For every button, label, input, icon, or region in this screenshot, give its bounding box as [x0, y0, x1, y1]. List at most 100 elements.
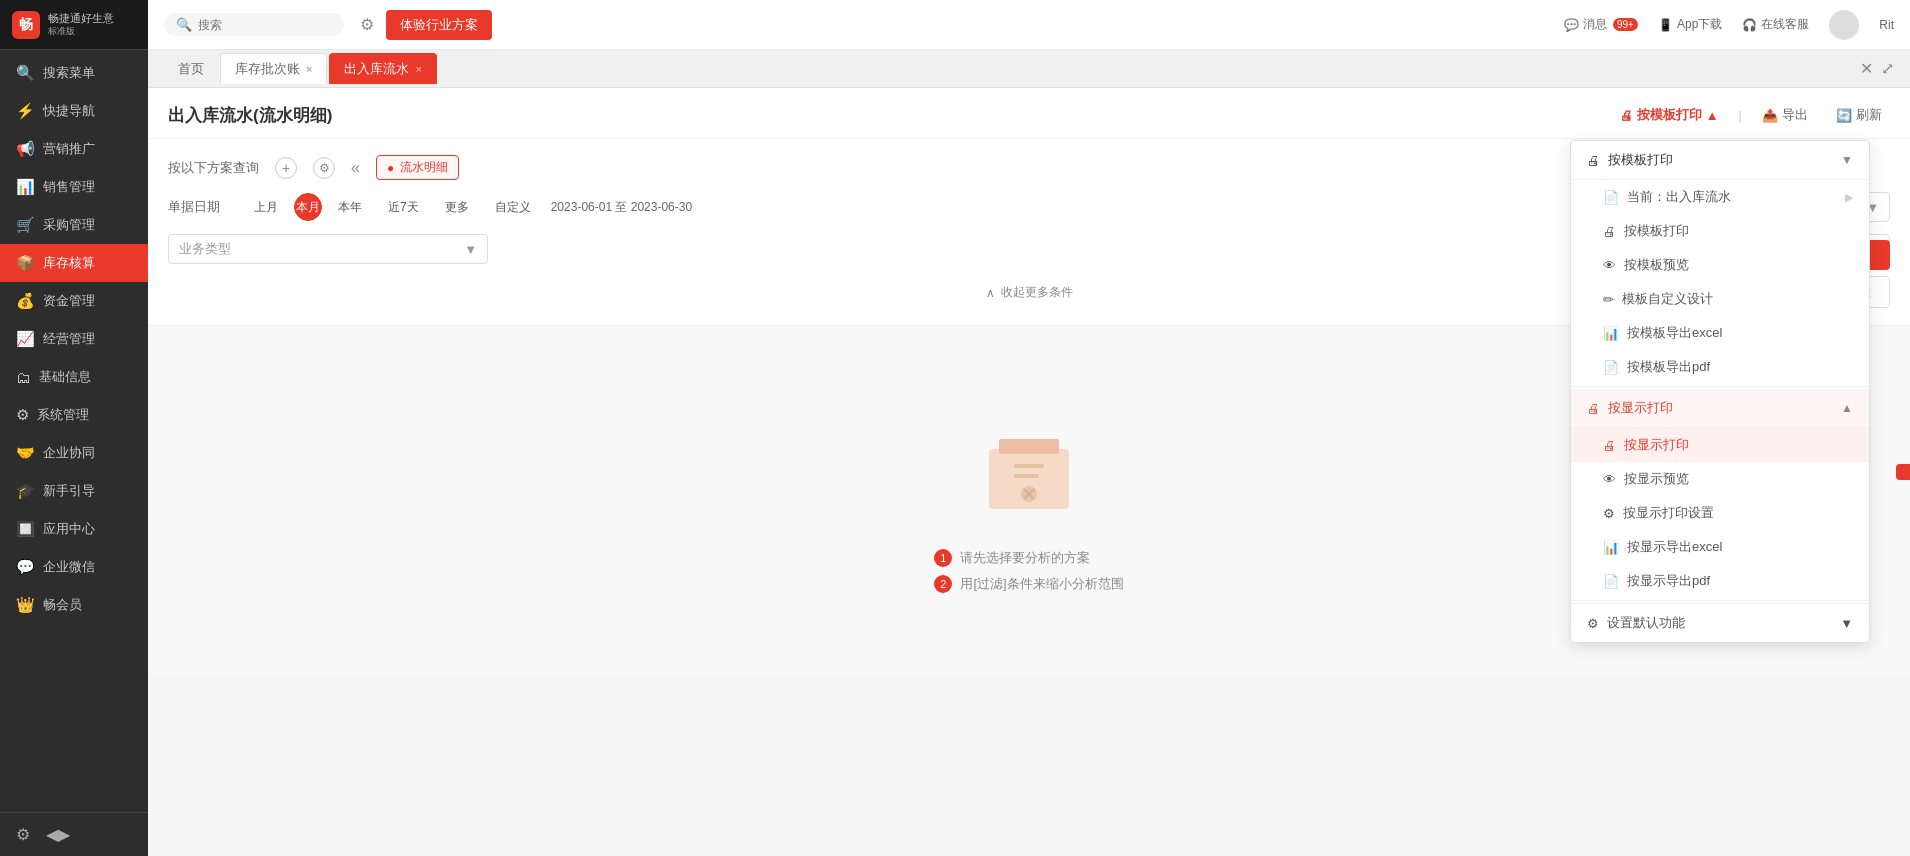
sidebar-label-search: 搜索菜单 — [43, 64, 95, 82]
sidebar-item-sales[interactable]: 📊 销售管理 — [0, 168, 148, 206]
tab-inventory-flow[interactable]: 出入库流水 × — [329, 53, 436, 84]
tab-batch-account[interactable]: 库存批次账 × — [220, 53, 327, 84]
hint-num-2: 2 — [934, 575, 952, 593]
dropdown-tc-label: 模板自定义设计 — [1622, 290, 1713, 308]
sidebar: 畅 畅捷通好生意 标准版 🔍 搜索菜单 ⚡ 快捷导航 📢 营销推广 📊 销售管理… — [0, 0, 148, 856]
sidebar-item-system[interactable]: ⚙ 系统管理 — [0, 396, 148, 434]
print-template-btn[interactable]: 🖨 按模板打印 ▲ — [1612, 102, 1727, 128]
dropdown-tep-label: 按模板导出pdf — [1627, 358, 1710, 376]
business-type-label: 业务类型 — [179, 240, 231, 258]
sidebar-icon-purchase: 🛒 — [16, 216, 35, 234]
sidebar-item-finance[interactable]: 💰 资金管理 — [0, 282, 148, 320]
date-btn-last-month[interactable]: 上月 — [244, 196, 288, 219]
sidebar-icon-finance: 💰 — [16, 292, 35, 310]
date-btn-more[interactable]: 更多 — [435, 196, 479, 219]
sidebar-item-basic-info[interactable]: 🗂 基础信息 — [0, 358, 148, 396]
dropdown-default-settings[interactable]: ⚙ 设置默认功能 ▼ — [1571, 603, 1869, 642]
window-close-btn[interactable]: ✕ — [1860, 59, 1873, 78]
sidebar-icon-member: 👑 — [16, 596, 35, 614]
topbar-msg[interactable]: 💬 消息 99+ — [1564, 16, 1638, 33]
topbar-search-box[interactable]: 🔍 — [164, 13, 344, 36]
right-edge-panel[interactable] — [1896, 464, 1910, 480]
dropdown-template-print-item[interactable]: 🖨 按模板打印 — [1571, 214, 1869, 248]
dropdown-template-preview-item[interactable]: 👁 按模板预览 — [1571, 248, 1869, 282]
search-input[interactable] — [198, 18, 318, 32]
topbar-gear-icon[interactable]: ⚙ — [360, 15, 374, 34]
date-btn-7days[interactable]: 近7天 — [378, 196, 429, 219]
sidebar-icon-search: 🔍 — [16, 64, 35, 82]
refresh-btn[interactable]: 🔄 刷新 — [1828, 102, 1890, 128]
dropdown-template-chevron: ▼ — [1841, 153, 1853, 167]
sidebar-item-marketing[interactable]: 📢 营销推广 — [0, 130, 148, 168]
sidebar-item-operations[interactable]: 📈 经营管理 — [0, 320, 148, 358]
collapse-more-label: 收起更多条件 — [1001, 284, 1073, 301]
dropdown-default-arrow: ▼ — [1840, 616, 1853, 631]
business-type-select[interactable]: 业务类型 ▼ — [168, 234, 488, 264]
dropdown-dpi-label: 按显示打印 — [1624, 436, 1689, 454]
sidebar-item-weixin[interactable]: 💬 企业微信 — [0, 548, 148, 586]
sidebar-item-enterprise[interactable]: 🤝 企业协同 — [0, 434, 148, 472]
tab-inventory-flow-close[interactable]: × — [415, 63, 421, 75]
date-btn-this-year[interactable]: 本年 — [328, 196, 372, 219]
sidebar-item-search[interactable]: 🔍 搜索菜单 — [0, 54, 148, 92]
sidebar-icon-enterprise: 🤝 — [16, 444, 35, 462]
dropdown-current-item[interactable]: 📄 当前：出入库流水 ▶ — [1571, 180, 1869, 214]
date-range-display: 2023-06-01 至 2023-06-30 — [551, 199, 692, 216]
sidebar-item-quick-nav[interactable]: ⚡ 快捷导航 — [0, 92, 148, 130]
dropdown-template-export-pdf-item[interactable]: 📄 按模板导出pdf — [1571, 350, 1869, 384]
dropdown-display-print-item[interactable]: 🖨 按显示打印 — [1571, 428, 1869, 462]
sidebar-icon-weixin: 💬 — [16, 558, 35, 576]
sidebar-label-guide: 新手引导 — [43, 482, 95, 500]
sidebar-item-purchase[interactable]: 🛒 采购管理 — [0, 206, 148, 244]
industry-btn[interactable]: 体验行业方案 — [386, 10, 492, 40]
window-maximize-btn[interactable]: ⤢ — [1881, 59, 1894, 78]
export-btn[interactable]: 📤 导出 — [1754, 102, 1816, 128]
sidebar-icon-marketing: 📢 — [16, 140, 35, 158]
active-filter-tag[interactable]: ● 流水明细 — [376, 155, 459, 180]
page-header: 出入库流水(流水明细) 🖨 按模板打印 ▲ | 📤 导出 🔄 刷新 — [148, 88, 1910, 139]
dropdown-template-print-header[interactable]: 🖨 按模板打印 ▼ — [1571, 141, 1869, 180]
filter-add-btn[interactable]: + — [275, 157, 297, 179]
dropdown-display-export-excel-item[interactable]: 📊 按显示导出excel — [1571, 530, 1869, 564]
dropdown-display-export-pdf-item[interactable]: 📄 按显示导出pdf — [1571, 564, 1869, 598]
settings-bottom-icon[interactable]: ⚙ — [16, 825, 30, 844]
dropdown-display-print-header[interactable]: 🖨 按显示打印 ▲ — [1571, 389, 1869, 428]
tab-batch-account-close[interactable]: × — [306, 63, 312, 75]
dropdown-dee-icon: 📊 — [1603, 540, 1619, 555]
app-icon: 📱 — [1658, 18, 1673, 32]
dropdown-display-print-settings-item[interactable]: ⚙ 按显示打印设置 — [1571, 496, 1869, 530]
hint-text-1: 请先选择要分析的方案 — [960, 549, 1090, 567]
dropdown-display-preview-item[interactable]: 👁 按显示预览 — [1571, 462, 1869, 496]
tab-home[interactable]: 首页 — [164, 54, 218, 84]
sidebar-label-quick-nav: 快捷导航 — [43, 102, 95, 120]
dropdown-print-icon: 🖨 — [1587, 153, 1600, 168]
sidebar-icon-quick-nav: ⚡ — [16, 102, 35, 120]
msg-icon: 💬 — [1564, 18, 1579, 32]
filter-collapse-btn[interactable]: « — [351, 159, 360, 177]
collapse-bottom-icon[interactable]: ◀▶ — [46, 825, 70, 844]
sidebar-label-sales: 销售管理 — [43, 178, 95, 196]
dropdown-template-custom-item[interactable]: ✏ 模板自定义设计 — [1571, 282, 1869, 316]
date-btn-custom[interactable]: 自定义 — [485, 196, 541, 219]
filter-settings-btn[interactable]: ⚙ — [313, 157, 335, 179]
msg-badge: 99+ — [1613, 18, 1638, 31]
topbar-right: 💬 消息 99+ 📱 App下载 🎧 在线客服 Rit — [1564, 10, 1894, 40]
avatar[interactable] — [1829, 10, 1859, 40]
sidebar-item-guide[interactable]: 🎓 新手引导 — [0, 472, 148, 510]
sidebar-icon-system: ⚙ — [16, 406, 29, 424]
sidebar-item-app-center[interactable]: 🔲 应用中心 — [0, 510, 148, 548]
dropdown-template-export-excel-item[interactable]: 📊 按模板导出excel — [1571, 316, 1869, 350]
svg-rect-2 — [1014, 464, 1044, 468]
date-btn-this-month[interactable]: 本月 — [294, 193, 322, 221]
topbar-app-download[interactable]: 📱 App下载 — [1658, 16, 1722, 33]
sidebar-item-member[interactable]: 👑 畅会员 — [0, 586, 148, 624]
empty-hint-1: 1 请先选择要分析的方案 — [934, 549, 1123, 567]
dropdown-tee-label: 按模板导出excel — [1627, 324, 1722, 342]
sidebar-item-inventory[interactable]: 📦 库存核算 — [0, 244, 148, 282]
dropdown-dps-label: 按显示打印设置 — [1623, 504, 1714, 522]
refresh-icon: 🔄 — [1836, 108, 1852, 123]
dropdown-display-print-label: 按显示打印 — [1608, 399, 1673, 417]
topbar-service[interactable]: 🎧 在线客服 — [1742, 16, 1809, 33]
sidebar-icon-guide: 🎓 — [16, 482, 35, 500]
tabs-window-controls: ✕ ⤢ — [1860, 59, 1894, 78]
